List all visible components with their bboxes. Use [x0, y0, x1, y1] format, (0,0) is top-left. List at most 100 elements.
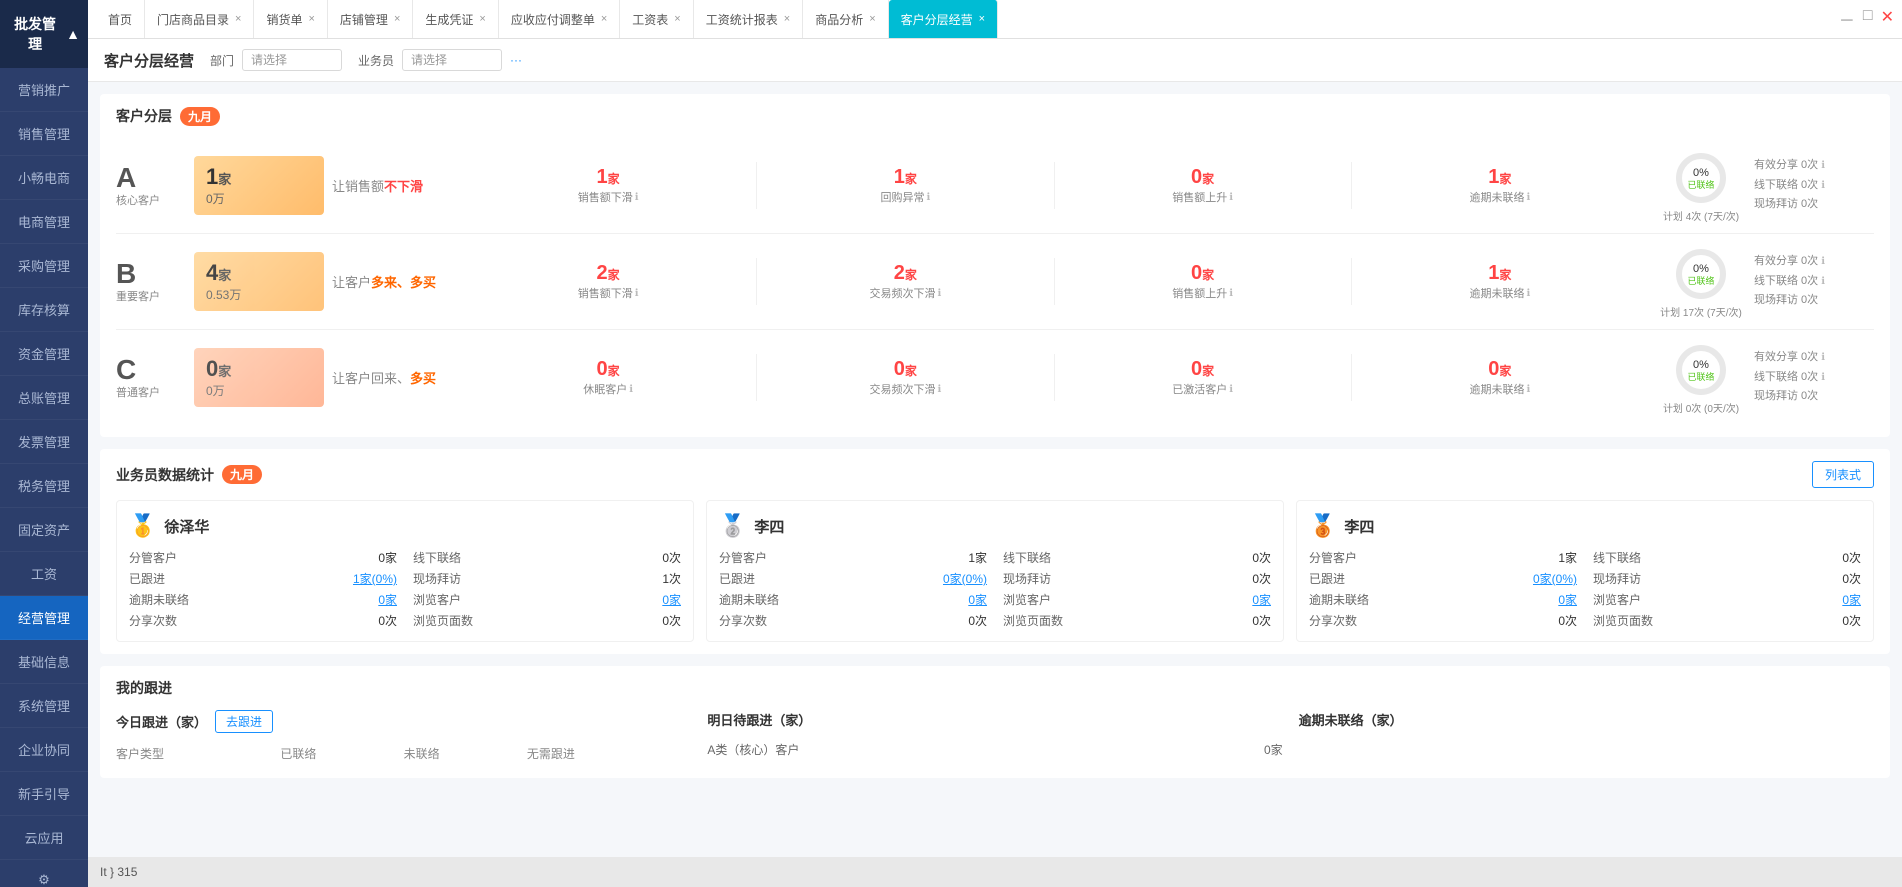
staff-stat-label-2-6: 分享次数 [1309, 612, 1357, 629]
sidebar-item-经营管理[interactable]: 经营管理 [0, 596, 88, 640]
staff-stat-value-1-2[interactable]: 0家(0%) [943, 570, 987, 587]
tier-circle-a[interactable]: 0% 已联络 计划 4次 (7天/次) [1656, 148, 1746, 223]
more-filter-btn[interactable]: ··· [510, 53, 522, 67]
tier-stat-b-0[interactable]: 2家 销售额下滑 ℹ [460, 258, 757, 305]
staff-stat-0-0: 分管客户 0家 [129, 549, 397, 566]
sidebar-item-营销推广[interactable]: 营销推广 [0, 68, 88, 112]
tab-close-5[interactable]: × [601, 13, 607, 25]
sidebar-item-库存核算[interactable]: 库存核算 [0, 288, 88, 332]
staff-stat-value-2-6: 0次 [1558, 612, 1577, 629]
staff-stat-1-7: 浏览页面数 0次 [1003, 612, 1271, 629]
tier-stat-b-2[interactable]: 0家 销售额上升 ℹ [1055, 258, 1352, 305]
sidebar-item-工资[interactable]: 工资 [0, 552, 88, 596]
staff-stat-value-2-4[interactable]: 0家 [1558, 591, 1577, 608]
tier-row-b: B重要客户4家0.53万让客户多来、多买 2家 销售额下滑 ℹ 2家 交易频次下… [116, 234, 1874, 330]
tab-close-9[interactable]: × [979, 13, 985, 25]
staff-stat-1-2: 已跟进 0家(0%) [719, 570, 987, 587]
tab-8[interactable]: 商品分析× [803, 0, 888, 38]
staff-stat-value-0-2[interactable]: 1家(0%) [353, 570, 397, 587]
tab-close-6[interactable]: × [674, 13, 680, 25]
tab-close-8[interactable]: × [869, 13, 875, 25]
staff-stat-label-2-5: 浏览客户 [1593, 591, 1641, 608]
tier-stat-a-2[interactable]: 0家 销售额上升 ℹ [1055, 162, 1352, 209]
staff-filter: 业务员 请选择 ··· [358, 49, 522, 71]
sidebar-collapse-icon[interactable]: ▲ [66, 26, 80, 42]
sidebar-item-电商管理[interactable]: 电商管理 [0, 200, 88, 244]
minimize-icon[interactable]: － [1839, 7, 1855, 31]
sidebar-item-税务管理[interactable]: 税务管理 [0, 464, 88, 508]
circle-svg-c: 0% 已联络 [1671, 340, 1731, 400]
tier-stat-b-3[interactable]: 1家 逾期未联络 ℹ [1352, 258, 1648, 305]
sidebar-item-固定资产[interactable]: 固定资产 [0, 508, 88, 552]
list-view-btn[interactable]: 列表式 [1812, 461, 1874, 488]
tier-count-c[interactable]: 0家0万 [194, 348, 324, 407]
sidebar-item-资金管理[interactable]: 资金管理 [0, 332, 88, 376]
tomorrow-row-a: A类（核心）客户 0家 [707, 737, 1282, 762]
followup-tomorrow-title: 明日待跟进（家） [707, 710, 1282, 729]
staff-name-row-0: 🥇徐泽华 [129, 513, 681, 539]
svg-text:0%: 0% [1693, 167, 1709, 179]
sidebar-item-基础信息[interactable]: 基础信息 [0, 640, 88, 684]
tier-count-b[interactable]: 4家0.53万 [194, 252, 324, 311]
tier-stat-c-0[interactable]: 0家 休眠客户 ℹ [460, 354, 757, 401]
tab-close-2[interactable]: × [308, 13, 314, 25]
staff-stat-1-4: 逾期未联络 0家 [719, 591, 987, 608]
tier-stat-a-3[interactable]: 1家 逾期未联络 ℹ [1352, 162, 1648, 209]
tier-circle-c[interactable]: 0% 已联络 计划 0次 (0天/次) [1656, 340, 1746, 415]
sidebar-item-销售管理[interactable]: 销售管理 [0, 112, 88, 156]
goto-followup-btn[interactable]: 去跟进 [215, 710, 273, 733]
tier-stat-b-1[interactable]: 2家 交易频次下滑 ℹ [757, 258, 1054, 305]
staff-stat-value-0-5[interactable]: 0家 [662, 591, 681, 608]
bottom-bar: It } 315 [88, 857, 1902, 887]
tier-stat-c-2[interactable]: 0家 已激活客户 ℹ [1055, 354, 1352, 401]
tab-5[interactable]: 应收应付调整单× [499, 0, 620, 38]
staff-stat-value-2-2[interactable]: 0家(0%) [1533, 570, 1577, 587]
staff-stat-label-2-4: 逾期未联络 [1309, 591, 1369, 608]
staff-stat-value-1-4[interactable]: 0家 [968, 591, 987, 608]
tab-1[interactable]: 门店商品目录× [145, 0, 254, 38]
sidebar-item-总账管理[interactable]: 总账管理 [0, 376, 88, 420]
tab-4[interactable]: 生成凭证× [413, 0, 498, 38]
tab-close-7[interactable]: × [784, 13, 790, 25]
dept-select[interactable]: 请选择 [242, 49, 342, 71]
tab-2[interactable]: 销货单× [254, 0, 327, 38]
maximize-icon[interactable]: □ [1863, 7, 1873, 31]
tab-7[interactable]: 工资统计报表× [694, 0, 803, 38]
staff-stat-label-1-2: 已跟进 [719, 570, 755, 587]
staff-stat-value-2-5[interactable]: 0家 [1842, 591, 1861, 608]
staff-stat-label-0-2: 已跟进 [129, 570, 165, 587]
tier-visit-c: 有效分享 0次 ℹ线下联络 0次 ℹ现场拜访 0次 [1754, 348, 1874, 407]
tab-3[interactable]: 店铺管理× [328, 0, 413, 38]
tab-9[interactable]: 客户分层经营× [889, 0, 998, 38]
sidebar-item-发票管理[interactable]: 发票管理 [0, 420, 88, 464]
staff-select[interactable]: 请选择 [402, 49, 502, 71]
sidebar-item-新手引导[interactable]: 新手引导 [0, 772, 88, 816]
main-area: 首页门店商品目录×销货单×店铺管理×生成凭证×应收应付调整单×工资表×工资统计报… [88, 0, 1902, 887]
sidebar-settings[interactable]: ⚙ [0, 860, 88, 887]
tab-close-4[interactable]: × [479, 13, 485, 25]
followup-section-title: 我的跟进 [116, 678, 1874, 698]
tier-stat-a-1[interactable]: 1家 回购异常 ℹ [757, 162, 1054, 209]
sidebar-item-系统管理[interactable]: 系统管理 [0, 684, 88, 728]
sidebar-item-云应用[interactable]: 云应用 [0, 816, 88, 860]
svg-text:已联络: 已联络 [1687, 179, 1714, 190]
tier-count-a[interactable]: 1家0万 [194, 156, 324, 215]
staff-stat-value-0-4[interactable]: 0家 [378, 591, 397, 608]
staff-stat-label-1-4: 逾期未联络 [719, 591, 779, 608]
tab-close-3[interactable]: × [394, 13, 400, 25]
tier-stat-c-3[interactable]: 0家 逾期未联络 ℹ [1352, 354, 1648, 401]
tab-close-1[interactable]: × [235, 13, 241, 25]
tab-6[interactable]: 工资表× [620, 0, 693, 38]
tier-stats-c: 0家 休眠客户 ℹ 0家 交易频次下滑 ℹ 0家 已激活客户 ℹ 0家 逾期未联… [460, 354, 1648, 401]
tab-0[interactable]: 首页 [96, 0, 145, 38]
sidebar-item-采购管理[interactable]: 采购管理 [0, 244, 88, 288]
staff-stat-value-1-5[interactable]: 0家 [1252, 591, 1271, 608]
tier-stat-a-0[interactable]: 1家 销售额下滑 ℹ [460, 162, 757, 209]
sidebar-header[interactable]: 批发管理 ▲ [0, 0, 88, 68]
tier-circle-b[interactable]: 0% 已联络 计划 17次 (7天/次) [1656, 244, 1746, 319]
close-window-icon[interactable]: ✕ [1881, 7, 1894, 31]
tier-stat-c-1[interactable]: 0家 交易频次下滑 ℹ [757, 354, 1054, 401]
followup-overdue-col: 逾期未联络（家） [1299, 710, 1874, 766]
sidebar-item-小畅电商[interactable]: 小畅电商 [0, 156, 88, 200]
sidebar-item-企业协同[interactable]: 企业协同 [0, 728, 88, 772]
